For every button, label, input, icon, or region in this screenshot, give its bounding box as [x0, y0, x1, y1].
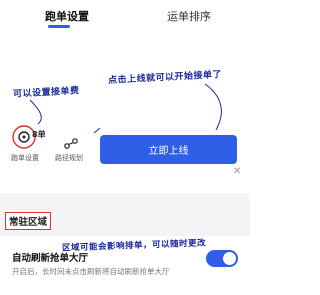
- auto-refresh-description: 开启后，长时间未点击刷新将自动刷新抢单大厅: [12, 267, 170, 276]
- tab-order-sorting[interactable]: 运单排序: [167, 8, 211, 24]
- close-icon[interactable]: ✕: [233, 166, 241, 177]
- active-tab-indicator: [48, 25, 70, 28]
- tab-dispatch-settings[interactable]: 跑单设置: [45, 8, 89, 24]
- toggle-knob: [223, 252, 236, 265]
- section-title-resident-area: 常驻区域: [5, 212, 52, 230]
- auto-refresh-toggle[interactable]: [206, 250, 238, 267]
- tab-bar: [0, 165, 250, 195]
